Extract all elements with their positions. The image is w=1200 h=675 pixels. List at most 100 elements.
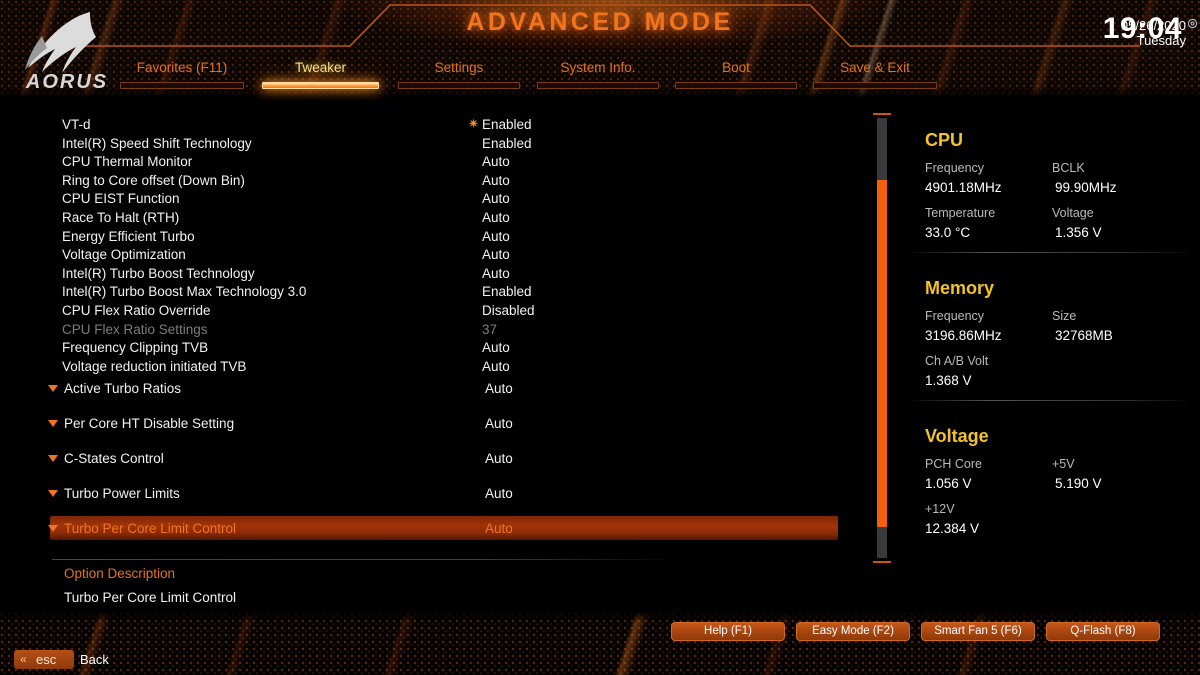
setting-row[interactable]: Voltage Optimization Auto (0, 245, 862, 264)
submenu-row[interactable]: C-States Control Auto (0, 446, 862, 472)
tab-underline (120, 82, 244, 89)
tab-underline (813, 82, 937, 89)
setting-label: VT-d (62, 117, 91, 132)
panel-title: CPU (925, 130, 964, 150)
monitor-field-value: 33.0 °C (925, 225, 971, 240)
clock-time: 19:04 (1102, 12, 1182, 45)
setting-row[interactable]: Ring to Core offset (Down Bin) Auto (0, 171, 862, 190)
favorite-star-icon: ✷ (468, 116, 479, 131)
setting-value: Enabled (482, 135, 532, 151)
setting-row[interactable]: CPU Flex Ratio Settings 37 (0, 320, 862, 339)
setting-value: Auto (482, 358, 510, 374)
submenu-label: Active Turbo Ratios (64, 381, 182, 396)
panel-title: Voltage (925, 426, 989, 446)
submenu-value: Auto (485, 486, 513, 501)
submenu-label: C-States Control (64, 451, 164, 466)
setting-row[interactable]: CPU Thermal Monitor Auto (0, 152, 862, 171)
monitor-field-value: 1.056 V (925, 476, 972, 491)
footer-top-fade (0, 612, 1200, 622)
expand-triangle-icon (48, 385, 58, 392)
setting-label: Ring to Core offset (Down Bin) (62, 172, 245, 188)
setting-row[interactable]: Intel(R) Turbo Boost Technology Auto (0, 264, 862, 283)
function-key-easy-mode-f2[interactable]: Easy Mode (F2) (796, 622, 910, 641)
expand-triangle-icon (48, 490, 58, 497)
header-bar: AORUS ADVANCED MODE 05/26/2020 Tuesday 1… (0, 0, 1200, 100)
setting-row[interactable]: CPU Flex Ratio Override Disabled (0, 301, 862, 320)
setting-value: Auto (482, 265, 510, 281)
scrollbar-track[interactable] (877, 118, 887, 558)
option-description-title: Option Description (64, 566, 176, 581)
monitor-field-value: 1.368 V (925, 373, 972, 388)
tab-tweaker[interactable]: Tweaker (262, 60, 379, 89)
submenu-row[interactable]: Turbo Per Core Limit Control Auto (0, 516, 862, 542)
monitor-field-key: Temperature (925, 206, 996, 220)
tab-label: Settings (434, 60, 484, 75)
scrollbar[interactable] (873, 113, 891, 563)
tab-label: Favorites (F11) (136, 60, 228, 75)
submenu-value: Auto (485, 381, 513, 396)
panel-title: Memory (925, 278, 995, 298)
gear-icon[interactable] (1187, 18, 1198, 29)
setting-label: Energy Efficient Turbo (62, 228, 195, 244)
submenu-value: Auto (485, 416, 513, 431)
setting-row[interactable]: ✷ VT-d Enabled (0, 115, 862, 134)
setting-value: Auto (482, 154, 510, 170)
setting-row[interactable]: Intel(R) Speed Shift Technology Enabled (0, 134, 862, 153)
setting-row[interactable]: CPU EIST Function Auto (0, 189, 862, 208)
setting-row[interactable]: Intel(R) Turbo Boost Max Technology 3.0 E… (0, 282, 862, 301)
setting-row[interactable]: Energy Efficient Turbo Auto (0, 227, 862, 246)
tab-label: Boot (722, 60, 750, 75)
setting-label: Voltage reduction initiated TVB (62, 358, 247, 374)
submenu-row[interactable]: Per Core HT Disable Setting Auto (0, 411, 862, 437)
setting-row[interactable]: Frequency Clipping TVB Auto (0, 338, 862, 357)
submenu-label: Per Core HT Disable Setting (64, 416, 235, 431)
tab-underline (675, 82, 797, 89)
setting-value: Enabled (482, 117, 532, 132)
setting-label: Frequency Clipping TVB (62, 340, 209, 356)
tab-favorites-f11[interactable]: Favorites (F11) (120, 60, 244, 89)
monitor-field-value: 3196.86MHz (925, 328, 1002, 343)
nav-tabs: Favorites (F11) Tweaker Settings System Inf… (0, 60, 1200, 90)
function-key-q-flash-f8[interactable]: Q-Flash (F8) (1046, 622, 1160, 641)
submenu-label: Turbo Power Limits (64, 486, 180, 501)
scrollbar-thumb[interactable] (877, 118, 887, 180)
setting-value: Auto (482, 228, 510, 244)
option-description-text: Turbo Per Core Limit Control (64, 590, 237, 605)
setting-row[interactable]: Voltage reduction initiated TVB Auto (0, 357, 862, 376)
tab-system-info[interactable]: System Info. (537, 60, 659, 89)
option-description-divider (52, 559, 664, 560)
setting-label: Intel(R) Speed Shift Technology (62, 135, 252, 151)
monitor-field-key: Voltage (1052, 206, 1094, 220)
tab-boot[interactable]: Boot (675, 60, 797, 89)
setting-row[interactable]: Race To Halt (RTH) Auto (0, 208, 862, 227)
tab-save-exit[interactable]: Save & Exit (813, 60, 937, 89)
double-chevron-left-icon: « (20, 652, 27, 666)
submenu-row[interactable]: Active Turbo Ratios Auto (0, 376, 862, 402)
tab-settings[interactable]: Settings (398, 60, 520, 89)
submenu-row[interactable]: Turbo Power Limits Auto (0, 481, 862, 507)
tab-underline (262, 82, 379, 89)
scrollbar-thumb-lower[interactable] (877, 527, 887, 558)
panel-divider (910, 400, 1188, 401)
monitor-field-value: 12.384 V (925, 521, 980, 536)
esc-key-label: esc (36, 652, 57, 667)
monitor-field-key: +12V (925, 502, 955, 516)
tab-underline (537, 82, 659, 89)
back-label: Back (80, 652, 109, 667)
expand-triangle-icon (48, 420, 58, 427)
monitor-field-value: 5.190 V (1055, 476, 1102, 491)
function-key-smart-fan-5-f6[interactable]: Smart Fan 5 (F6) (921, 622, 1035, 641)
monitor-field-value: 1.356 V (1055, 225, 1102, 240)
expand-triangle-icon (48, 525, 58, 532)
function-key-help-f1[interactable]: Help (F1) (671, 622, 785, 641)
submenu-value: Auto (485, 451, 513, 466)
setting-label: CPU Flex Ratio Override (62, 303, 211, 318)
monitor-field-key: PCH Core (925, 457, 982, 471)
tab-label: System Info. (560, 60, 636, 75)
monitor-field-key: Ch A/B Volt (925, 354, 989, 368)
monitor-field-value: 32768MB (1055, 328, 1113, 343)
tab-label: Save & Exit (840, 60, 910, 75)
panel-divider (910, 252, 1188, 253)
monitor-field-key: Frequency (925, 309, 985, 323)
hardware-monitor-panel: CPU Frequency 4901.18MHz BCLK 99.90MHz Temper… (900, 100, 1200, 555)
